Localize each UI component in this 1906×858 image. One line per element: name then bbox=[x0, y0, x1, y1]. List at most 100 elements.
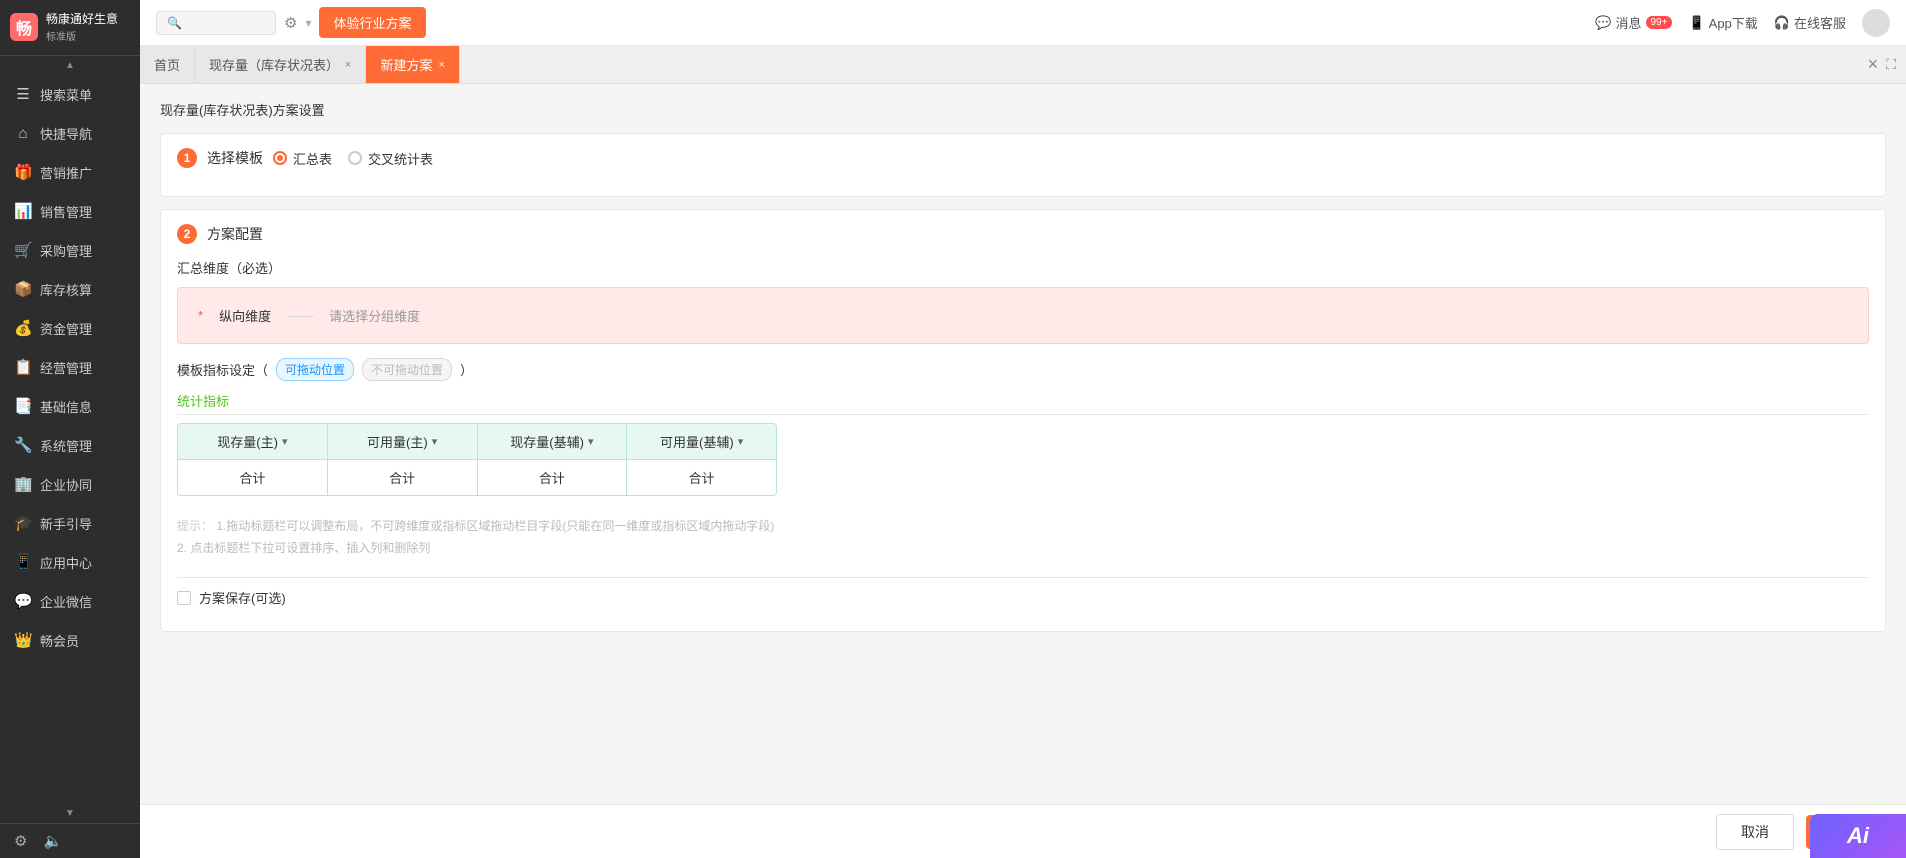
sidebar-item-system[interactable]: 🔧 系统管理 bbox=[0, 426, 140, 465]
building-icon: 🏢 bbox=[14, 475, 32, 493]
radio-dot-summary bbox=[273, 151, 287, 165]
radio-dot-crosstab bbox=[348, 151, 362, 165]
sidebar-scroll-down[interactable]: ▼ bbox=[0, 804, 140, 823]
app-download-label: App下载 bbox=[1709, 13, 1758, 32]
sidebar-item-finance[interactable]: 💰 资金管理 bbox=[0, 309, 140, 348]
tab-new-plan-label: 新建方案 bbox=[380, 55, 432, 74]
radio-summary[interactable]: 汇总表 bbox=[273, 149, 332, 168]
mobile-icon: 📱 bbox=[14, 553, 32, 571]
col3-header[interactable]: 现存量(基辅) ▾ bbox=[478, 424, 628, 459]
indicator-settings-label: 模板指标设定（ bbox=[177, 360, 268, 379]
sidebar-item-label: 经营管理 bbox=[40, 358, 92, 377]
sidebar-item-newbie[interactable]: 🎓 新手引导 bbox=[0, 504, 140, 543]
tab-new-plan[interactable]: 新建方案 × bbox=[366, 46, 459, 83]
cancel-button[interactable]: 取消 bbox=[1716, 814, 1794, 850]
sidebar-item-label: 销售管理 bbox=[40, 202, 92, 221]
sidebar-item-app-center[interactable]: 📱 应用中心 bbox=[0, 543, 140, 582]
sidebar-item-sales[interactable]: 📊 销售管理 bbox=[0, 192, 140, 231]
sidebar-item-operations[interactable]: 📋 经营管理 bbox=[0, 348, 140, 387]
col3-label: 现存量(基辅) bbox=[510, 432, 584, 451]
step1-title: 选择模板 bbox=[207, 148, 263, 168]
sidebar-item-enterprise[interactable]: 🏢 企业协同 bbox=[0, 465, 140, 504]
template-radio-group: 汇总表 交叉统计表 bbox=[273, 149, 433, 168]
stats-table: 现存量(主) ▾ 可用量(主) ▾ 现存量(基辅) ▾ bbox=[177, 423, 777, 496]
wrench-icon: 🔧 bbox=[14, 436, 32, 454]
menu-icon: ☰ bbox=[14, 85, 32, 103]
required-mark: * bbox=[198, 308, 203, 323]
section-step1: 1 选择模板 汇总表 交叉统计表 bbox=[160, 133, 1886, 197]
online-service-btn[interactable]: 🎧 在线客服 bbox=[1774, 13, 1846, 32]
trial-button[interactable]: 体验行业方案 bbox=[319, 7, 425, 38]
dimension-dash: —— bbox=[287, 308, 313, 323]
col1-body: 合计 bbox=[178, 459, 328, 495]
sidebar-item-inventory[interactable]: 📦 库存核算 bbox=[0, 270, 140, 309]
app-edition: 标准版 bbox=[46, 28, 118, 43]
tab-inventory-status[interactable]: 现存量（库存状况表） × bbox=[195, 46, 366, 83]
col1-label: 现存量(主) bbox=[217, 432, 278, 451]
page-title: 现存量(库存状况表)方案设置 bbox=[160, 100, 1886, 119]
settings-icon[interactable]: ⚙ bbox=[14, 832, 27, 850]
sidebar-item-label: 快捷导航 bbox=[40, 124, 92, 143]
search-box[interactable]: 🔍 bbox=[156, 11, 276, 35]
col4-label: 可用量(基辅) bbox=[660, 432, 734, 451]
message-label: 消息 bbox=[1615, 13, 1641, 32]
content-area: 现存量(库存状况表)方案设置 1 选择模板 汇总表 交叉统计表 bbox=[140, 84, 1906, 804]
step2-header: 2 方案配置 bbox=[177, 224, 1869, 244]
sidebar-item-wechat[interactable]: 💬 企业微信 bbox=[0, 582, 140, 621]
topbar-gear-icon[interactable]: ⚙ bbox=[284, 14, 297, 32]
speaker-icon[interactable]: 🔈 bbox=[43, 832, 62, 850]
clipboard-icon: 📋 bbox=[14, 358, 32, 376]
search-icon: 🔍 bbox=[167, 16, 182, 30]
tab-new-plan-close[interactable]: × bbox=[438, 59, 444, 71]
app-download-btn[interactable]: 📱 App下载 bbox=[1688, 13, 1757, 32]
save-option: 方案保存(可选) bbox=[177, 577, 1869, 617]
col4-header[interactable]: 可用量(基辅) ▾ bbox=[627, 424, 776, 459]
dimension-placeholder[interactable]: 请选择分组维度 bbox=[329, 306, 420, 325]
message-btn[interactable]: 💬 消息 99+ bbox=[1595, 13, 1672, 32]
sidebar-item-search-menu[interactable]: ☰ 搜索菜单 bbox=[0, 75, 140, 114]
sidebar-item-purchase[interactable]: 🛒 采购管理 bbox=[0, 231, 140, 270]
sidebar-item-marketing[interactable]: 🎁 营销推广 bbox=[0, 153, 140, 192]
hint-1: 1.拖动标题栏可以调整布局，不可跨维度或指标区域拖动栏目字段(只能在同一维度或指… bbox=[216, 519, 774, 533]
user-avatar[interactable] bbox=[1862, 9, 1890, 37]
col2-body: 合计 bbox=[328, 459, 478, 495]
topbar-left: 🔍 ⚙ ▾ 体验行业方案 bbox=[156, 7, 1583, 38]
message-icon: 💬 bbox=[1595, 15, 1611, 31]
cart-icon: 🛒 bbox=[14, 241, 32, 259]
topbar-chevron-icon[interactable]: ▾ bbox=[305, 16, 311, 30]
sidebar-logo: 畅 畅康通好生意 标准版 bbox=[0, 0, 140, 56]
sidebar-item-basic-info[interactable]: 📑 基础信息 bbox=[0, 387, 140, 426]
headset-icon: 🎧 bbox=[1774, 15, 1790, 31]
stats-table-body: 合计 合计 合计 合计 bbox=[178, 459, 776, 495]
tab-home[interactable]: 首页 bbox=[140, 46, 195, 83]
money-icon: 💰 bbox=[14, 319, 32, 337]
step2-title: 方案配置 bbox=[207, 224, 263, 244]
radio-crosstab[interactable]: 交叉统计表 bbox=[348, 149, 433, 168]
sidebar-item-member[interactable]: 👑 畅会员 bbox=[0, 621, 140, 660]
save-checkbox[interactable] bbox=[177, 591, 191, 605]
col4-sub: 合计 bbox=[689, 468, 715, 487]
step1-header: 1 选择模板 汇总表 交叉统计表 bbox=[177, 148, 1869, 168]
col2-chevron: ▾ bbox=[432, 435, 438, 448]
phone-icon: 📱 bbox=[1688, 15, 1704, 31]
hint-prefix: 提示： bbox=[177, 519, 213, 533]
col1-header[interactable]: 现存量(主) ▾ bbox=[178, 424, 328, 459]
col4-body: 合计 bbox=[627, 459, 776, 495]
window-close-icon[interactable]: × bbox=[1868, 54, 1879, 75]
sidebar-scroll-up[interactable]: ▲ bbox=[0, 56, 140, 75]
stats-table-header: 现存量(主) ▾ 可用量(主) ▾ 现存量(基辅) ▾ bbox=[178, 424, 776, 459]
col1-chevron: ▾ bbox=[282, 435, 288, 448]
window-expand-icon[interactable]: ⛶ bbox=[1886, 56, 1896, 73]
indicator-settings: 模板指标设定（ 可拖动位置 不可拖动位置 ） bbox=[177, 358, 1869, 381]
sidebar-item-quick-nav[interactable]: ⌂ 快捷导航 bbox=[0, 114, 140, 153]
col4-chevron: ▾ bbox=[738, 435, 744, 448]
plan-config: 汇总维度（必选） * 纵向维度 —— 请选择分组维度 模板指标设定（ 可拖动位置… bbox=[177, 258, 1869, 617]
radio-crosstab-label: 交叉统计表 bbox=[368, 149, 433, 168]
box-icon: 📦 bbox=[14, 280, 32, 298]
sidebar-item-label: 应用中心 bbox=[40, 553, 92, 572]
col2-header[interactable]: 可用量(主) ▾ bbox=[328, 424, 478, 459]
tabs-bar: 首页 现存量（库存状况表） × 新建方案 × × ⛶ bbox=[140, 46, 1906, 84]
sidebar-item-label: 畅会员 bbox=[40, 631, 79, 650]
ai-badge[interactable]: Ai bbox=[1810, 814, 1906, 858]
tab-inventory-close[interactable]: × bbox=[345, 59, 351, 71]
